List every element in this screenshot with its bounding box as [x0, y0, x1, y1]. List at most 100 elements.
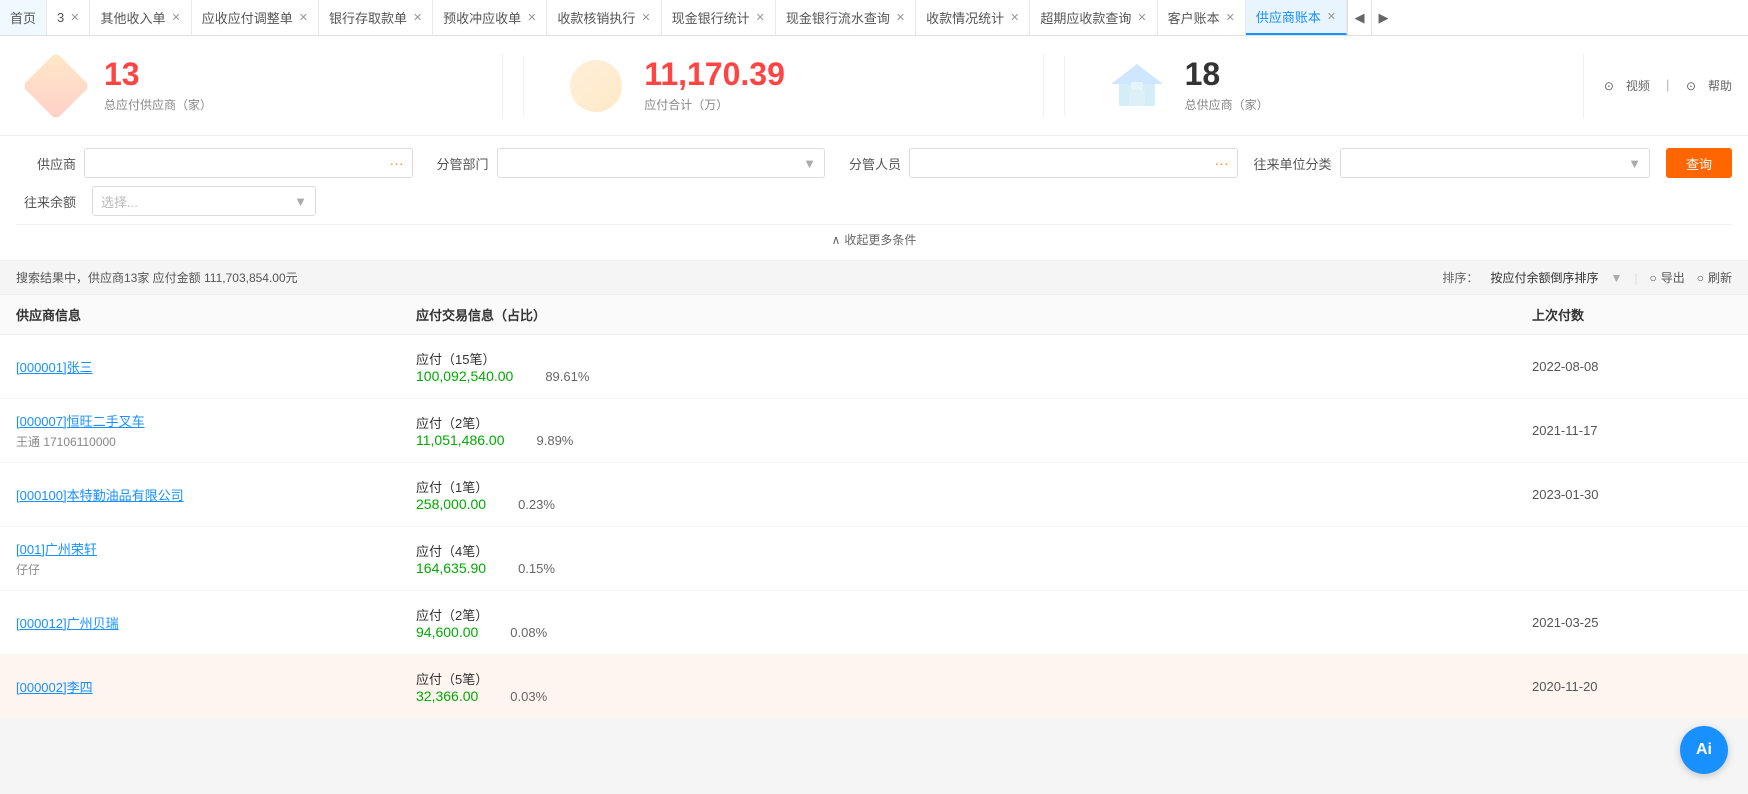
category-input[interactable]: ▼	[1340, 148, 1650, 178]
search-button[interactable]: 查询	[1666, 148, 1732, 178]
person-input[interactable]: ···	[909, 148, 1238, 178]
nav-tab-customer-book-close[interactable]: ✕	[1226, 11, 1235, 24]
supplier-name-2[interactable]: [000100]本特勤油品有限公司	[16, 485, 416, 504]
payable-info-5: 应付（5笔） 32,366.00 0.03%	[416, 669, 1532, 704]
filter-balance-label: 往来余额	[16, 192, 76, 211]
header-stats: 13 总应付供应商（家） 11,170.39 应付合计（万） 18 总供应商（家…	[0, 36, 1748, 136]
payable-row-2: 258,000.00 0.23%	[416, 496, 1532, 512]
supplier-sub-1: 王通 17106110000	[16, 433, 416, 450]
nav-tab-customer-book[interactable]: 客户账本 ✕	[1158, 0, 1246, 35]
filter-row-1: 供应商 ··· 分管部门 ▼ 分管人员 ··· 往来单位分类	[16, 148, 1732, 178]
nav-tab-other-income-close[interactable]: ✕	[171, 11, 180, 24]
video-link[interactable]: 视频	[1626, 77, 1650, 94]
stat-label-2: 应付合计（万）	[644, 96, 785, 113]
stat-icon-1	[24, 54, 88, 118]
sort-arrow-icon[interactable]: ▼	[1610, 271, 1622, 285]
payable-amount-5[interactable]: 32,366.00	[416, 688, 478, 704]
nav-tab-home[interactable]: 首页	[0, 0, 47, 35]
nav-tab-ar-ap-adjust-close[interactable]: ✕	[299, 11, 308, 24]
table-row: [000100]本特勤油品有限公司 应付（1笔） 258,000.00 0.23…	[0, 463, 1748, 527]
supplier-dots-icon[interactable]: ···	[390, 155, 404, 171]
category-text-input[interactable]	[1349, 156, 1629, 171]
nav-tab-prepay-offset-close[interactable]: ✕	[527, 11, 536, 24]
payable-row-0: 100,092,540.00 89.61%	[416, 368, 1532, 384]
sort-select[interactable]: 按应付余额倒序排序	[1490, 269, 1598, 286]
category-arrow-icon[interactable]: ▼	[1628, 156, 1641, 171]
stat-content-1: 13 总应付供应商（家）	[104, 58, 212, 113]
supplier-name-3[interactable]: [001]广州荣轩	[16, 539, 416, 558]
nav-tab-other-income[interactable]: 其他收入单 ✕	[90, 0, 191, 35]
filter-row-2: 往来余额 选择... ▼	[16, 186, 316, 216]
supplier-info-5: [000002]李四	[16, 677, 416, 696]
payable-info-3: 应付（4笔） 164,635.90 0.15%	[416, 541, 1532, 576]
supplier-name-0[interactable]: [000001]张三	[16, 357, 416, 376]
col-payable-header: 应付交易信息（占比）	[416, 305, 1532, 324]
table-container: 供应商信息 应付交易信息（占比） 上次付数 [000001]张三 应付（15笔）…	[0, 295, 1748, 719]
payable-amount-1[interactable]: 11,051,486.00	[416, 432, 505, 448]
nav-tab-three-close[interactable]: ✕	[70, 11, 79, 24]
export-button[interactable]: ○ 导出	[1649, 269, 1684, 286]
nav-tab-home-label: 首页	[10, 8, 36, 27]
payable-amount-0[interactable]: 100,092,540.00	[416, 368, 513, 384]
dept-arrow-icon[interactable]: ▼	[803, 156, 816, 171]
nav-tab-overdue-ar[interactable]: 超期应收款查询 ✕	[1030, 0, 1157, 35]
person-dots-icon[interactable]: ···	[1215, 155, 1229, 171]
payable-info-4: 应付（2笔） 94,600.00 0.08%	[416, 605, 1532, 640]
export-label: 导出	[1661, 269, 1685, 286]
dept-input[interactable]: ▼	[497, 148, 826, 178]
nav-tab-cash-bank-stat[interactable]: 现金银行统计 ✕	[662, 0, 776, 35]
nav-tab-receipt-verify-close[interactable]: ✕	[641, 11, 650, 24]
supplier-name-4[interactable]: [000012]广州贝瑞	[16, 613, 416, 632]
table-row: [001]广州荣轩 仔仔 应付（4笔） 164,635.90 0.15%	[0, 527, 1748, 591]
last-pay-2: 2023-01-30	[1532, 487, 1732, 502]
supplier-input[interactable]: ···	[84, 148, 413, 178]
nav-tab-supplier-book-close[interactable]: ✕	[1327, 10, 1336, 23]
supplier-name-5[interactable]: [000002]李四	[16, 677, 416, 696]
dept-text-input[interactable]	[506, 156, 804, 171]
balance-input[interactable]: 选择... ▼	[92, 186, 316, 216]
payable-row-1: 11,051,486.00 9.89%	[416, 432, 1532, 448]
nav-tab-receipt-stat-label: 收款情况统计	[926, 8, 1004, 27]
nav-tab-receipt-stat[interactable]: 收款情况统计 ✕	[916, 0, 1030, 35]
nav-tab-supplier-book[interactable]: 供应商账本 ✕	[1246, 0, 1347, 35]
nav-tab-receipt-verify[interactable]: 收款核销执行 ✕	[547, 0, 661, 35]
ai-button[interactable]: Ai	[1680, 726, 1728, 774]
nav-arrow-left[interactable]: ◀	[1347, 0, 1371, 36]
nav-tab-bank-deposit-close[interactable]: ✕	[413, 11, 422, 24]
payable-row-3: 164,635.90 0.15%	[416, 560, 1532, 576]
collapse-button[interactable]: ∧ 收起更多条件	[16, 224, 1732, 252]
nav-tab-three[interactable]: 3 ✕	[47, 0, 90, 35]
nav-tab-bank-deposit[interactable]: 银行存取款单 ✕	[319, 0, 433, 35]
payable-pct-1: 9.89%	[537, 433, 574, 448]
nav-tab-cash-bank-query-label: 现金银行流水查询	[786, 8, 890, 27]
nav-tab-cash-bank-stat-close[interactable]: ✕	[756, 11, 765, 24]
nav-tab-ar-ap-adjust[interactable]: 应收应付调整单 ✕	[192, 0, 319, 35]
balance-placeholder: 选择...	[101, 192, 138, 211]
nav-tab-cash-bank-query-close[interactable]: ✕	[896, 11, 905, 24]
nav-tab-cash-bank-query[interactable]: 现金银行流水查询 ✕	[776, 0, 916, 35]
table-row: [000001]张三 应付（15笔） 100,092,540.00 89.61%…	[0, 335, 1748, 399]
payable-amount-2[interactable]: 258,000.00	[416, 496, 486, 512]
supplier-text-input[interactable]	[93, 156, 390, 171]
payable-amount-4[interactable]: 94,600.00	[416, 624, 478, 640]
result-bar: 搜索结果中，供应商13家 应付金额 111,703,854.00元 排序： 按应…	[0, 261, 1748, 295]
export-icon: ○	[1649, 271, 1656, 285]
table-row: [000002]李四 应付（5笔） 32,366.00 0.03% 2020-1…	[0, 655, 1748, 719]
supplier-info-3: [001]广州荣轩 仔仔	[16, 539, 416, 578]
nav-arrow-right[interactable]: ▶	[1371, 0, 1395, 36]
nav-tab-prepay-offset[interactable]: 预收冲应收单 ✕	[433, 0, 547, 35]
person-text-input[interactable]	[918, 156, 1215, 171]
stat-number-3: 18	[1185, 58, 1269, 90]
payable-pct-3: 0.15%	[518, 561, 555, 576]
last-pay-1: 2021-11-17	[1532, 423, 1732, 438]
help-link[interactable]: 帮助	[1708, 77, 1732, 94]
stat-content-3: 18 总供应商（家）	[1185, 58, 1269, 113]
nav-tab-receipt-stat-close[interactable]: ✕	[1010, 11, 1019, 24]
payable-amount-3[interactable]: 164,635.90	[416, 560, 486, 576]
refresh-button[interactable]: ○ 刷新	[1697, 269, 1732, 286]
supplier-info-0: [000001]张三	[16, 357, 416, 376]
balance-arrow-icon[interactable]: ▼	[294, 194, 307, 209]
supplier-name-1[interactable]: [000007]恒旺二手叉车	[16, 411, 416, 430]
payable-pct-2: 0.23%	[518, 497, 555, 512]
nav-tab-overdue-ar-close[interactable]: ✕	[1137, 11, 1146, 24]
